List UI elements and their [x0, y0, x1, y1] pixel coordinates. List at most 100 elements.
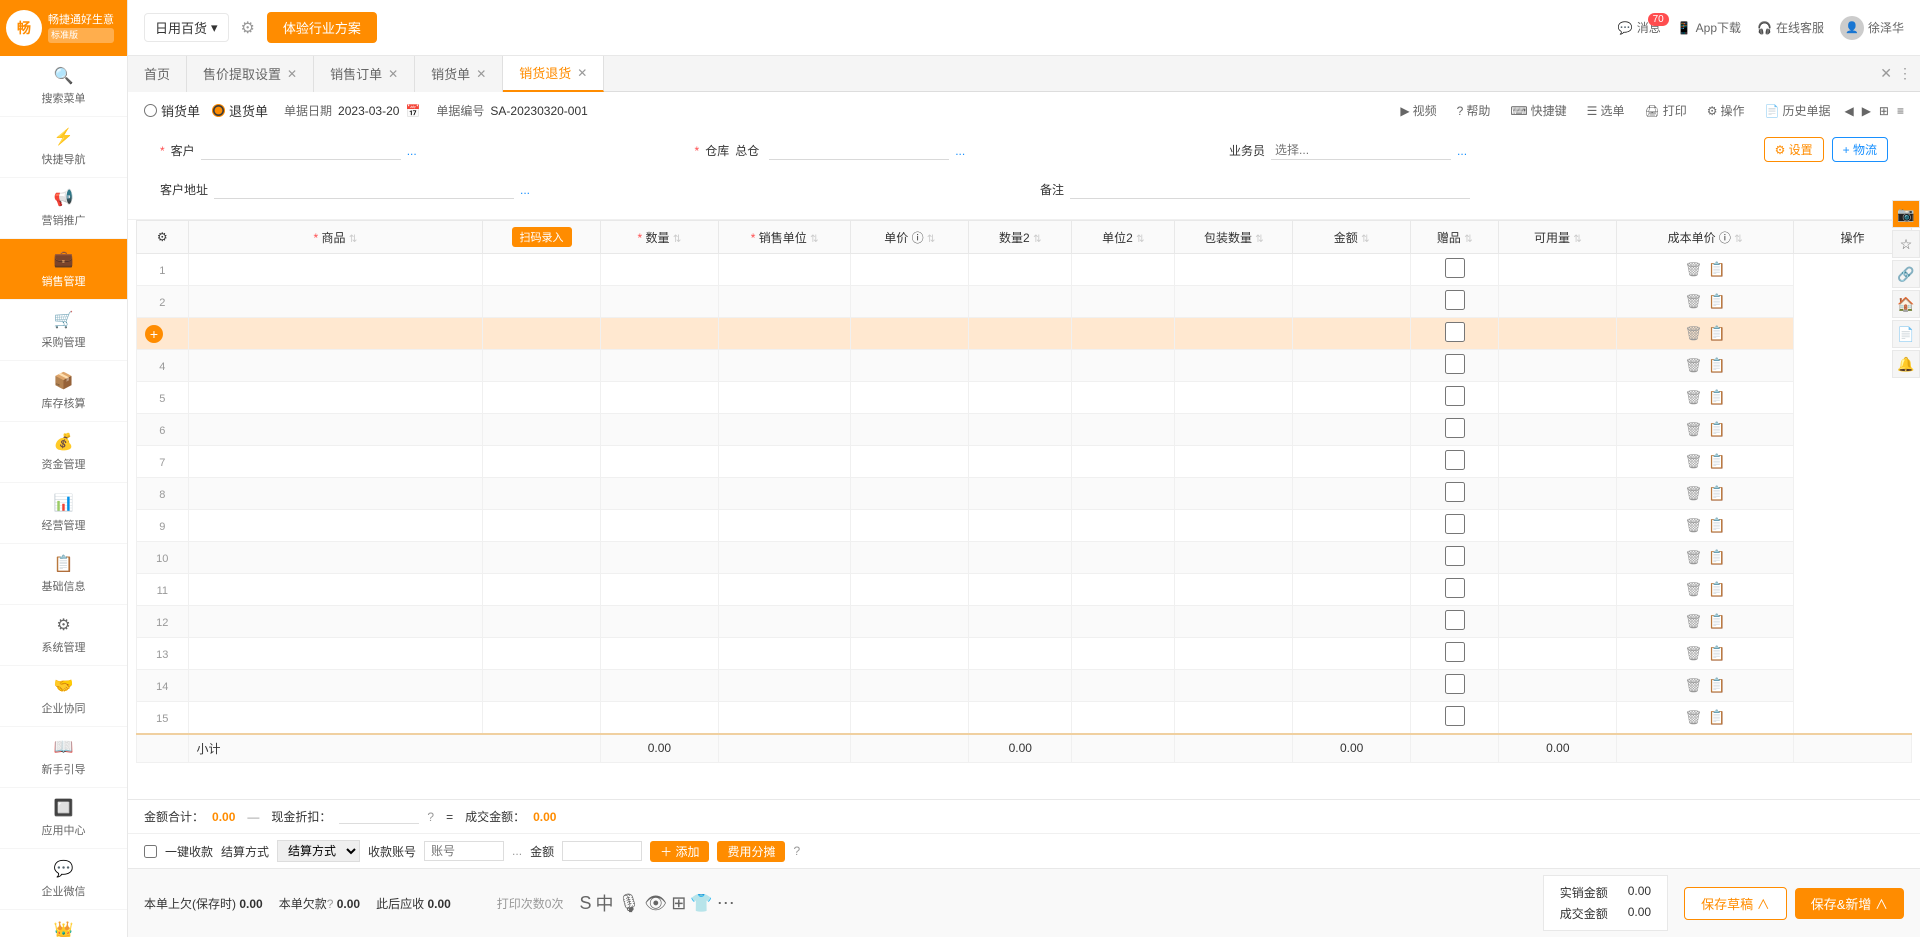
toolbar-select[interactable]: ☰ 选单 — [1581, 100, 1631, 121]
float-btn-3[interactable]: 🔗 — [1892, 260, 1920, 288]
copy-icon[interactable]: 📋 — [1708, 709, 1725, 726]
tab-return-close[interactable]: ✕ — [577, 66, 587, 80]
address-input[interactable] — [214, 180, 514, 199]
topbar-gear-icon[interactable]: ⚙ — [241, 18, 255, 38]
settings-btn[interactable]: ⚙ 设置 — [1764, 137, 1824, 162]
tab-price[interactable]: 售价提取设置 ✕ — [187, 56, 314, 92]
app-download-btn[interactable]: 📱 App下载 — [1677, 19, 1741, 36]
delete-icon[interactable]: 🗑 — [1685, 517, 1703, 534]
product-input[interactable] — [197, 327, 475, 341]
category-selector[interactable]: 日用百货 ▾ — [144, 13, 229, 42]
online-service-btn[interactable]: 🎧 在线客服 — [1757, 19, 1824, 36]
pack-sort[interactable]: ⇅ — [1255, 234, 1263, 245]
sidebar-item-wechat[interactable]: 💬 企业微信 — [0, 849, 127, 910]
settle-select[interactable]: 结算方式 — [277, 840, 360, 862]
copy-icon[interactable]: 📋 — [1708, 485, 1725, 502]
tab-sales[interactable]: 销货单 ✕ — [415, 56, 503, 92]
copy-icon[interactable]: 📋 — [1708, 389, 1725, 406]
cost-sort[interactable]: ⇅ — [1734, 234, 1742, 245]
tab-order-close[interactable]: ✕ — [388, 67, 398, 81]
delete-icon[interactable]: 🗑 — [1685, 421, 1703, 438]
tab-close-all[interactable]: ✕ — [1880, 65, 1892, 82]
calendar-icon[interactable]: 📅 — [405, 104, 420, 118]
delete-icon[interactable]: 🗑 — [1685, 293, 1703, 310]
add-payment-btn[interactable]: ＋ 添加 — [650, 841, 709, 862]
unit-sort[interactable]: ⇅ — [810, 234, 818, 245]
customer-input[interactable] — [201, 141, 401, 160]
quick-pay-checkbox[interactable] — [144, 845, 157, 858]
gift-checkbox[interactable] — [1445, 418, 1465, 438]
warehouse-select-btn[interactable]: ... — [955, 144, 965, 158]
delete-icon[interactable]: 🗑 — [1685, 261, 1703, 278]
add-row-btn[interactable]: + — [145, 325, 163, 343]
delete-icon[interactable]: 🗑 — [1685, 485, 1703, 502]
radio-sales[interactable]: 销货单 — [144, 101, 200, 120]
tab-order[interactable]: 销售订单 ✕ — [314, 56, 415, 92]
customer-select-btn[interactable]: ... — [407, 144, 417, 158]
delete-icon[interactable]: 🗑 — [1685, 357, 1703, 374]
copy-icon[interactable]: 📋 — [1708, 645, 1725, 662]
copy-icon[interactable]: 📋 — [1708, 293, 1725, 310]
delete-icon[interactable]: 🗑 — [1685, 549, 1703, 566]
col-settings[interactable]: ⚙ — [137, 221, 189, 254]
delete-icon[interactable]: 🗑 — [1685, 613, 1703, 630]
gift-checkbox[interactable] — [1445, 706, 1465, 726]
toolbar-help[interactable]: ? 帮助 — [1451, 100, 1497, 121]
logistics-btn[interactable]: + 物流 — [1832, 137, 1888, 162]
qty-sort[interactable]: ⇅ — [673, 234, 681, 245]
tab-home[interactable]: 首页 — [128, 56, 187, 92]
float-btn-6[interactable]: 🔔 — [1892, 350, 1920, 378]
delete-icon[interactable]: 🗑 — [1685, 709, 1703, 726]
toolbar-history[interactable]: 📄 历史单据 — [1758, 100, 1836, 121]
float-btn-1[interactable]: 📷 — [1892, 200, 1920, 228]
tab-return[interactable]: 销货退货 ✕ — [503, 56, 604, 92]
sidebar-item-collab[interactable]: 🤝 企业协同 — [0, 666, 127, 727]
sidebar-item-system[interactable]: ⚙ 系统管理 — [0, 605, 127, 666]
radio-return-input[interactable] — [212, 104, 225, 117]
expense-help-icon[interactable]: ? — [793, 844, 800, 858]
delete-icon[interactable]: 🗑 — [1685, 325, 1703, 342]
user-menu[interactable]: 👤 徐泽华 — [1840, 16, 1904, 40]
staff-input[interactable] — [1271, 141, 1451, 160]
sidebar-item-marketing[interactable]: 📢 营销推广 — [0, 178, 127, 239]
sidebar-item-quick[interactable]: ⚡ 快捷导航 — [0, 117, 127, 178]
remark-input[interactable] — [1070, 180, 1470, 199]
copy-icon[interactable]: 📋 — [1708, 613, 1725, 630]
save-new-btn[interactable]: 保存&新增 ∧ — [1795, 888, 1904, 919]
sidebar-item-guide[interactable]: 📖 新手引导 — [0, 727, 127, 788]
float-btn-5[interactable]: 📄 — [1892, 320, 1920, 348]
gift-sort[interactable]: ⇅ — [1464, 234, 1472, 245]
gift-checkbox[interactable] — [1445, 322, 1465, 342]
delete-icon[interactable]: 🗑 — [1685, 453, 1703, 470]
scan-btn[interactable]: 扫码录入 — [512, 227, 572, 247]
expense-split-btn[interactable]: 费用分摊 — [717, 841, 785, 862]
copy-icon[interactable]: 📋 — [1708, 421, 1725, 438]
gift-checkbox[interactable] — [1445, 290, 1465, 310]
amount-sort[interactable]: ⇅ — [1361, 234, 1369, 245]
copy-icon[interactable]: 📋 — [1708, 453, 1725, 470]
gift-checkbox[interactable] — [1445, 578, 1465, 598]
exp-btn[interactable]: 体验行业方案 — [267, 12, 377, 43]
sidebar-item-apps[interactable]: 🔲 应用中心 — [0, 788, 127, 849]
toolbar-video[interactable]: ▶ 视频 — [1394, 100, 1442, 121]
gift-checkbox[interactable] — [1445, 514, 1465, 534]
account-input[interactable] — [424, 841, 504, 861]
next-icon[interactable]: ▶ — [1862, 104, 1871, 118]
copy-icon[interactable]: 📋 — [1708, 357, 1725, 374]
message-button[interactable]: 💬 消息 70 — [1618, 19, 1661, 36]
float-btn-4[interactable]: 🏠 — [1892, 290, 1920, 318]
sidebar-item-operations[interactable]: 📊 经营管理 — [0, 483, 127, 544]
delete-icon[interactable]: 🗑 — [1685, 645, 1703, 662]
avail-sort[interactable]: ⇅ — [1573, 234, 1581, 245]
gift-checkbox[interactable] — [1445, 642, 1465, 662]
discount-input[interactable] — [339, 809, 419, 824]
grid-view-icon[interactable]: ⊞ — [1879, 104, 1889, 118]
radio-return[interactable]: 退货单 — [212, 101, 268, 120]
sidebar-item-finance[interactable]: 💰 资金管理 — [0, 422, 127, 483]
sidebar-item-sales[interactable]: 💼 销售管理 — [0, 239, 127, 300]
tab-price-close[interactable]: ✕ — [287, 67, 297, 81]
staff-select-btn[interactable]: ... — [1457, 144, 1467, 158]
sidebar-item-base[interactable]: 📋 基础信息 — [0, 544, 127, 605]
gift-checkbox[interactable] — [1445, 482, 1465, 502]
toolbar-ops[interactable]: ⚙ 操作 — [1701, 100, 1751, 121]
